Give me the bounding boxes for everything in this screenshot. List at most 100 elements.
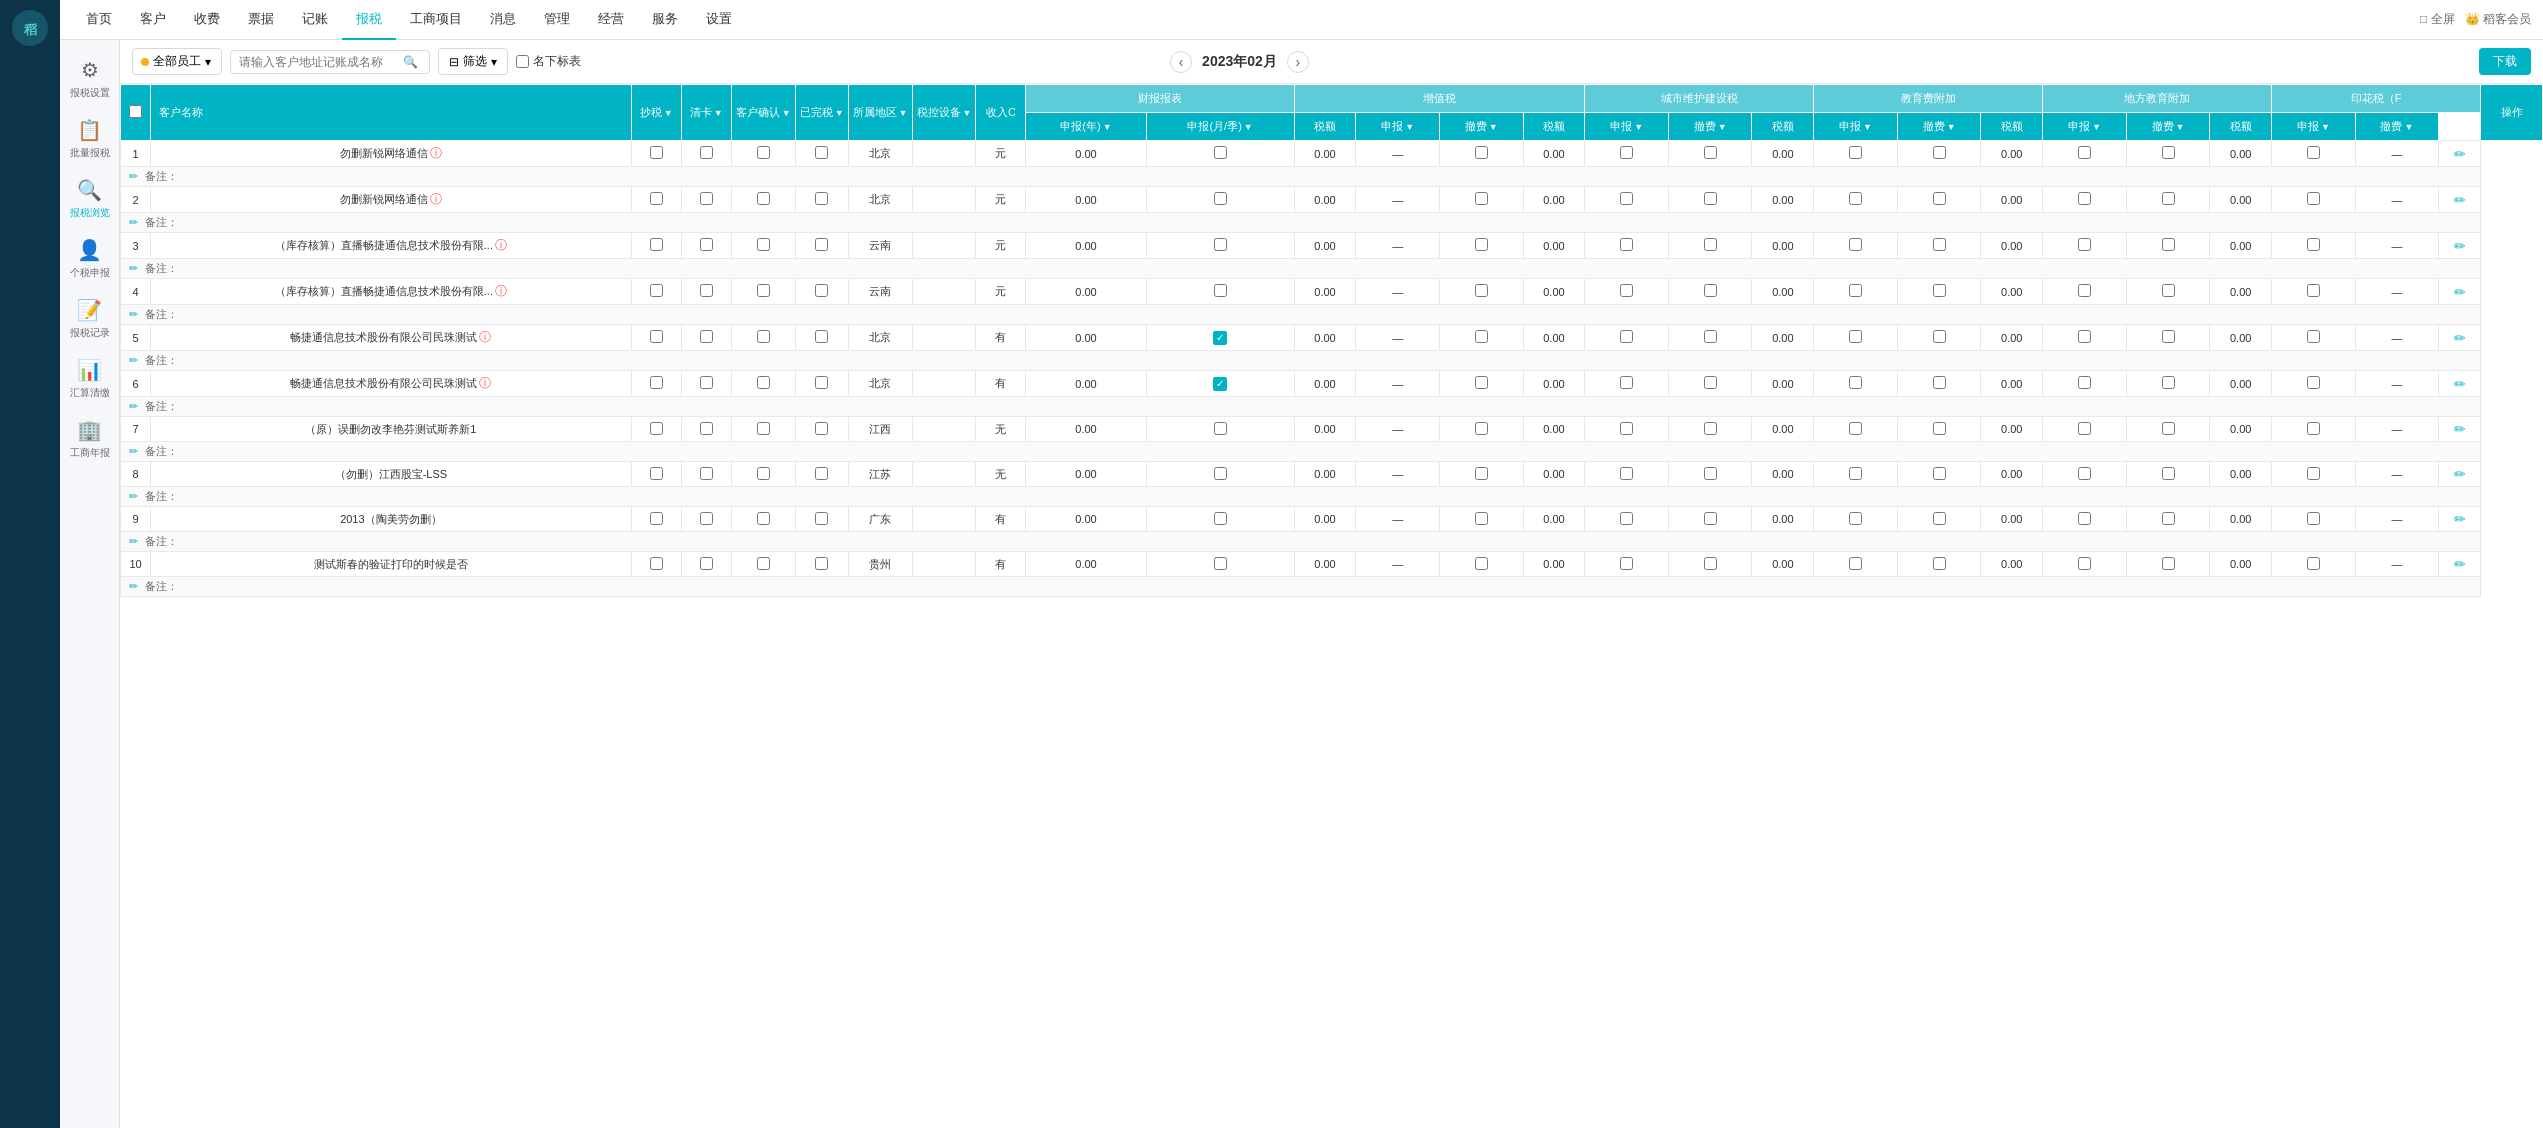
cs-che-checkbox[interactable] bbox=[1704, 512, 1717, 525]
qingka-checkbox[interactable] bbox=[700, 467, 713, 480]
cs-shen-checkbox[interactable] bbox=[1620, 284, 1633, 297]
confirm-checkbox[interactable] bbox=[757, 146, 770, 159]
wanshui-checkbox[interactable] bbox=[815, 557, 828, 570]
confirm-checkbox[interactable] bbox=[757, 512, 770, 525]
employee-filter[interactable]: 全部员工 ▾ bbox=[132, 48, 222, 75]
caibao-year-checkbox[interactable] bbox=[1214, 557, 1227, 570]
jy-shen-checkbox[interactable] bbox=[1849, 467, 1862, 480]
caibao-year-checkbox[interactable] bbox=[1214, 512, 1227, 525]
company-name-cell[interactable]: 勿删新锐网络通信ⓘ bbox=[151, 187, 632, 213]
confirm-checkbox[interactable] bbox=[757, 192, 770, 205]
sidebar-item-tax-settings[interactable]: ⚙ 报税设置 bbox=[64, 50, 116, 108]
edit-icon[interactable]: ✏ bbox=[2454, 421, 2466, 437]
edit-icon[interactable]: ✏ bbox=[2454, 192, 2466, 208]
chaoshui-checkbox[interactable] bbox=[650, 422, 663, 435]
qingka-checkbox[interactable] bbox=[700, 192, 713, 205]
fullscreen-btn[interactable]: □ 全屏 bbox=[2420, 11, 2455, 28]
confirm-checkbox[interactable] bbox=[757, 467, 770, 480]
df-shen-checkbox[interactable] bbox=[2078, 146, 2091, 159]
yh-shen-checkbox[interactable] bbox=[2307, 376, 2320, 389]
company-name-cell[interactable]: 勿删新锐网络通信ⓘ bbox=[151, 141, 632, 167]
df-che-checkbox[interactable] bbox=[2162, 284, 2175, 297]
zz-che-checkbox[interactable] bbox=[1475, 146, 1488, 159]
cs-shen-checkbox[interactable] bbox=[1620, 422, 1633, 435]
caibao-year-checkbox[interactable] bbox=[1214, 284, 1227, 297]
qingka-checkbox[interactable] bbox=[700, 557, 713, 570]
cs-shen-checkbox[interactable] bbox=[1620, 238, 1633, 251]
df-che-checkbox[interactable] bbox=[2162, 146, 2175, 159]
chaoshui-checkbox[interactable] bbox=[650, 330, 663, 343]
mingxia-checkbox[interactable] bbox=[516, 55, 529, 68]
df-che-checkbox[interactable] bbox=[2162, 512, 2175, 525]
next-month-btn[interactable]: › bbox=[1287, 51, 1309, 73]
zz-che-checkbox[interactable] bbox=[1475, 238, 1488, 251]
wanshui-checkbox[interactable] bbox=[815, 376, 828, 389]
chaoshui-checkbox[interactable] bbox=[650, 467, 663, 480]
cs-che-checkbox[interactable] bbox=[1704, 146, 1717, 159]
df-shen-checkbox[interactable] bbox=[2078, 238, 2091, 251]
sidebar-item-tax-record[interactable]: 📝 报税记录 bbox=[64, 290, 116, 348]
jy-che-checkbox[interactable] bbox=[1933, 146, 1946, 159]
chaoshui-checkbox[interactable] bbox=[650, 557, 663, 570]
jy-shen-checkbox[interactable] bbox=[1849, 192, 1862, 205]
confirm-checkbox[interactable] bbox=[757, 557, 770, 570]
mingxia-checkbox-label[interactable]: 名下标表 bbox=[516, 53, 581, 70]
yh-shen-checkbox[interactable] bbox=[2307, 192, 2320, 205]
nav-settings[interactable]: 设置 bbox=[692, 0, 746, 40]
df-shen-checkbox[interactable] bbox=[2078, 376, 2091, 389]
chaoshui-checkbox[interactable] bbox=[650, 512, 663, 525]
yh-shen-checkbox[interactable] bbox=[2307, 284, 2320, 297]
cs-che-checkbox[interactable] bbox=[1704, 238, 1717, 251]
chaoshui-checkbox[interactable] bbox=[650, 238, 663, 251]
sidebar-item-settlement[interactable]: 📊 汇算清缴 bbox=[64, 350, 116, 408]
jy-che-checkbox[interactable] bbox=[1933, 330, 1946, 343]
zz-che-checkbox[interactable] bbox=[1475, 330, 1488, 343]
nav-manage[interactable]: 管理 bbox=[530, 0, 584, 40]
wanshui-checkbox[interactable] bbox=[815, 192, 828, 205]
qingka-checkbox[interactable] bbox=[700, 284, 713, 297]
cs-che-checkbox[interactable] bbox=[1704, 192, 1717, 205]
caibao-year-checkbox[interactable] bbox=[1214, 467, 1227, 480]
zz-che-checkbox[interactable] bbox=[1475, 192, 1488, 205]
company-name-cell[interactable]: 畅捷通信息技术股份有限公司民珠测试ⓘ bbox=[151, 325, 632, 351]
jy-shen-checkbox[interactable] bbox=[1849, 146, 1862, 159]
jy-che-checkbox[interactable] bbox=[1933, 192, 1946, 205]
jy-che-checkbox[interactable] bbox=[1933, 376, 1946, 389]
filter-button[interactable]: ⊟ 筛选 ▾ bbox=[438, 48, 508, 75]
nav-fee[interactable]: 收费 bbox=[180, 0, 234, 40]
caibao-year-checkbox[interactable] bbox=[1214, 238, 1227, 251]
df-shen-checkbox[interactable] bbox=[2078, 467, 2091, 480]
df-che-checkbox[interactable] bbox=[2162, 422, 2175, 435]
jy-che-checkbox[interactable] bbox=[1933, 284, 1946, 297]
cs-shen-checkbox[interactable] bbox=[1620, 192, 1633, 205]
qingka-checkbox[interactable] bbox=[700, 238, 713, 251]
jy-shen-checkbox[interactable] bbox=[1849, 376, 1862, 389]
zz-che-checkbox[interactable] bbox=[1475, 512, 1488, 525]
chaoshui-checkbox[interactable] bbox=[650, 376, 663, 389]
wanshui-checkbox[interactable] bbox=[815, 284, 828, 297]
company-name-cell[interactable]: 2013（陶美劳勿删） bbox=[151, 507, 632, 532]
qingka-checkbox[interactable] bbox=[700, 330, 713, 343]
qingka-checkbox[interactable] bbox=[700, 146, 713, 159]
company-name-cell[interactable]: （原）误删勿改李艳芬测试斯养新1 bbox=[151, 417, 632, 442]
qingka-checkbox[interactable] bbox=[700, 376, 713, 389]
cs-che-checkbox[interactable] bbox=[1704, 330, 1717, 343]
qingka-checkbox[interactable] bbox=[700, 512, 713, 525]
jy-shen-checkbox[interactable] bbox=[1849, 330, 1862, 343]
confirm-checkbox[interactable] bbox=[757, 284, 770, 297]
nav-tax[interactable]: 报税 bbox=[342, 0, 396, 40]
cs-che-checkbox[interactable] bbox=[1704, 422, 1717, 435]
qingka-checkbox[interactable] bbox=[700, 422, 713, 435]
wanshui-checkbox[interactable] bbox=[815, 330, 828, 343]
member-btn[interactable]: 👑 稻客会员 bbox=[2465, 11, 2531, 28]
df-che-checkbox[interactable] bbox=[2162, 467, 2175, 480]
wanshui-checkbox[interactable] bbox=[815, 146, 828, 159]
cs-che-checkbox[interactable] bbox=[1704, 284, 1717, 297]
confirm-checkbox[interactable] bbox=[757, 376, 770, 389]
company-name-cell[interactable]: （库存核算）直播畅捷通信息技术股份有限...ⓘ bbox=[151, 233, 632, 259]
jy-che-checkbox[interactable] bbox=[1933, 238, 1946, 251]
sidebar-item-personal-tax[interactable]: 👤 个税申报 bbox=[64, 230, 116, 288]
confirm-checkbox[interactable] bbox=[757, 422, 770, 435]
cs-che-checkbox[interactable] bbox=[1704, 467, 1717, 480]
edit-icon[interactable]: ✏ bbox=[2454, 238, 2466, 254]
